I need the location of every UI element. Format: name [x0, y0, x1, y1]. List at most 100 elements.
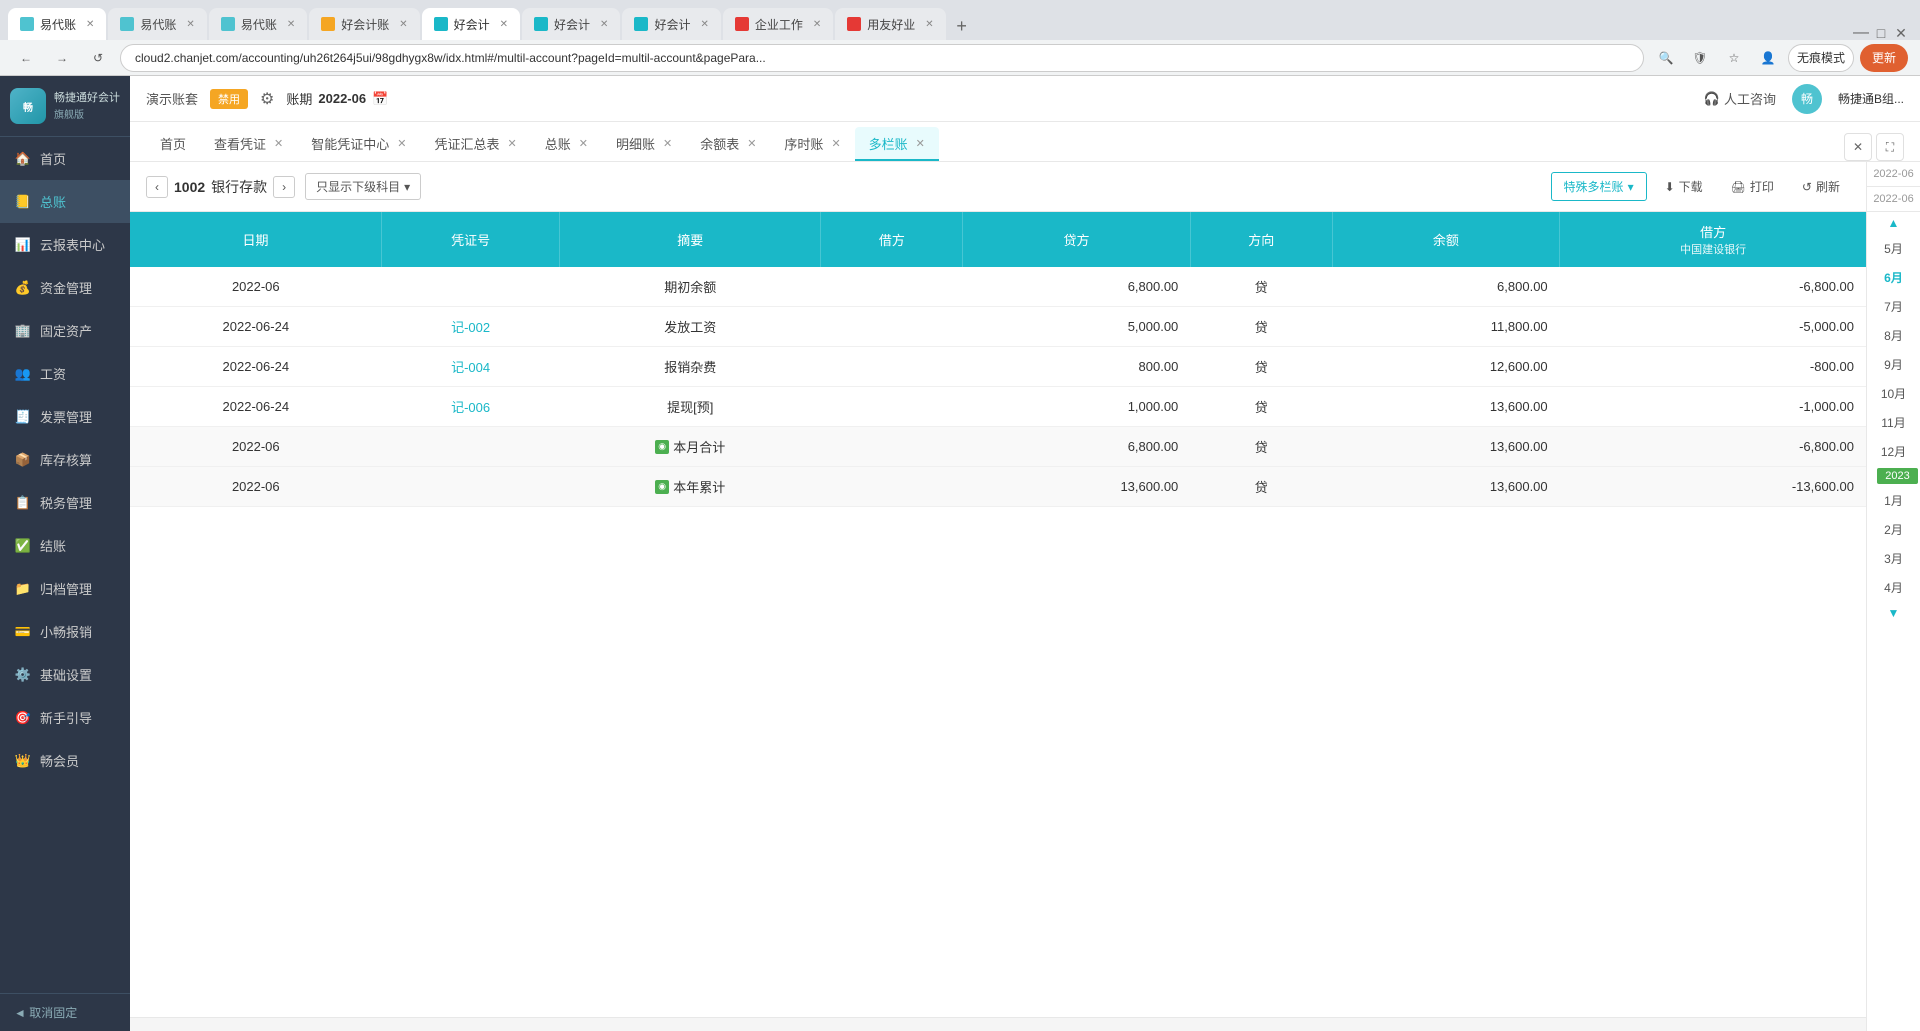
- profile-icon[interactable]: 👤: [1754, 44, 1782, 72]
- browser-tab-3[interactable]: 易代账 ✕: [209, 8, 307, 40]
- voucher-link[interactable]: 记-004: [382, 347, 560, 387]
- sidebar-item-close[interactable]: ✅ 结账: [0, 524, 130, 567]
- sidebar-item-guide[interactable]: 🎯 新手引导: [0, 696, 130, 739]
- date-panel-item[interactable]: 8月: [1873, 321, 1913, 350]
- date-panel-item[interactable]: 12月: [1873, 437, 1913, 466]
- close-button[interactable]: ✕: [1894, 26, 1908, 40]
- sub-debit-cell: [1560, 427, 1627, 467]
- date-panel-header-2: 2022-06: [1867, 187, 1920, 212]
- tab-view-voucher-close[interactable]: ✕: [274, 137, 283, 150]
- debit-cell: [821, 467, 963, 507]
- voucher-link[interactable]: 记-002: [382, 307, 560, 347]
- sub-account-filter[interactable]: 只显示下级科目 ▾: [305, 173, 421, 200]
- sidebar-item-settings[interactable]: ⚙️ 基础设置: [0, 653, 130, 696]
- settings-gear-icon[interactable]: ⚙: [260, 89, 274, 109]
- date-panel-item[interactable]: 10月: [1873, 379, 1913, 408]
- tab-detail-ledger[interactable]: 明细账 ✕: [602, 127, 686, 161]
- browser-tab-7[interactable]: 好会计 ✕: [622, 8, 720, 40]
- date-panel-item[interactable]: 4月: [1873, 573, 1913, 602]
- new-tab-button[interactable]: +: [948, 12, 976, 40]
- print-button[interactable]: 🖨 打印: [1721, 173, 1784, 200]
- sidebar-item-salary[interactable]: 👥 工资: [0, 352, 130, 395]
- back-button[interactable]: ←: [12, 44, 40, 72]
- date-panel-item[interactable]: 1月: [1873, 486, 1913, 515]
- voucher-link[interactable]: 记-006: [382, 387, 560, 427]
- sidebar-item-invoice[interactable]: 🧾 发票管理: [0, 395, 130, 438]
- date-scroll-down-button[interactable]: ▼: [1867, 602, 1920, 624]
- maximize-button[interactable]: □: [1874, 26, 1888, 40]
- multi-col-button[interactable]: 特殊多栏账 ▾: [1551, 172, 1647, 201]
- tab-voucher-summary[interactable]: 凭证汇总表 ✕: [420, 127, 530, 161]
- content-area: ‹ 1002 银行存款 › 只显示下级科目 ▾ 特殊多栏账 ▾: [130, 162, 1920, 1031]
- tab-smart-voucher-close[interactable]: ✕: [397, 137, 406, 150]
- tab-general-ledger[interactable]: 总账 ✕: [531, 127, 602, 161]
- download-button[interactable]: ⬇ 下载: [1655, 173, 1713, 200]
- credit-cell: 6,800.00: [963, 427, 1191, 467]
- logo-icon: 畅: [10, 88, 46, 124]
- tab-home[interactable]: 首页: [146, 127, 200, 161]
- tab-balance-sheet-close[interactable]: ✕: [747, 137, 756, 150]
- date-panel-item[interactable]: 11月: [1873, 408, 1913, 437]
- browser-tab-6[interactable]: 好会计 ✕: [522, 8, 620, 40]
- tab-chronological[interactable]: 序时账 ✕: [770, 127, 854, 161]
- prev-account-button[interactable]: ‹: [146, 176, 168, 198]
- tab-close-all-button[interactable]: ✕: [1844, 133, 1872, 161]
- date-panel-item[interactable]: 5月: [1873, 234, 1913, 263]
- forward-button[interactable]: →: [48, 44, 76, 72]
- date-scroll-up-button[interactable]: ▲: [1867, 212, 1920, 234]
- sidebar-item-ledger[interactable]: 📒 总账: [0, 180, 130, 223]
- tab-detail-ledger-close[interactable]: ✕: [663, 137, 672, 150]
- sidebar-item-home[interactable]: 🏠 首页: [0, 137, 130, 180]
- refresh-button[interactable]: ↺ 刷新: [1792, 173, 1850, 200]
- tab-maximize-button[interactable]: ⛶: [1876, 133, 1904, 161]
- tab-close-1[interactable]: ✕: [86, 19, 94, 30]
- next-account-button[interactable]: ›: [273, 176, 295, 198]
- minimize-button[interactable]: —: [1854, 26, 1868, 40]
- calendar-icon[interactable]: 📅: [372, 91, 388, 107]
- summary-cell: 期初余额: [560, 267, 821, 307]
- browser-tab-8[interactable]: 企业工作 ✕: [723, 8, 833, 40]
- tab-view-voucher[interactable]: 查看凭证 ✕: [200, 127, 297, 161]
- browser-tab-5[interactable]: 好会计 ✕: [422, 8, 520, 40]
- update-button[interactable]: 更新: [1860, 44, 1908, 72]
- period-label: 账期: [286, 89, 312, 108]
- browser-tab-4[interactable]: 好会计账 ✕: [309, 8, 419, 40]
- date-panel-item[interactable]: 3月: [1873, 544, 1913, 573]
- sidebar-item-report[interactable]: 📊 云报表中心: [0, 223, 130, 266]
- shield-icon: 🛡: [1686, 44, 1714, 72]
- tab-chronological-close[interactable]: ✕: [831, 137, 840, 150]
- browser-tab-1[interactable]: 易代账 ✕: [8, 8, 106, 40]
- date-panel-item[interactable]: 2月: [1873, 515, 1913, 544]
- browser-tab-9[interactable]: 用友好业 ✕: [835, 8, 945, 40]
- sidebar-collapse-button[interactable]: ◄ 取消固定: [0, 993, 130, 1031]
- browser-tab-2[interactable]: 易代账 ✕: [108, 8, 206, 40]
- tab-general-ledger-close[interactable]: ✕: [579, 137, 588, 150]
- bottom-scrollbar[interactable]: [130, 1017, 1866, 1031]
- sidebar-item-tax[interactable]: 📋 税务管理: [0, 481, 130, 524]
- summary-text: 提现[预]: [667, 400, 713, 415]
- tab-balance-sheet[interactable]: 余额表 ✕: [686, 127, 770, 161]
- summary-text: 期初余额: [664, 280, 716, 295]
- search-icon[interactable]: 🔍: [1652, 44, 1680, 72]
- sidebar-item-expense[interactable]: 💳 小畅报销: [0, 610, 130, 653]
- tab-multi-column[interactable]: 多栏账 ✕: [855, 127, 939, 161]
- page-tab-bar: 首页 查看凭证 ✕ 智能凭证中心 ✕ 凭证汇总表 ✕ 总账 ✕ 明细账 ✕: [130, 122, 1920, 162]
- date-panel-item[interactable]: 9月: [1873, 350, 1913, 379]
- sidebar-item-fund[interactable]: 💰 资金管理: [0, 266, 130, 309]
- refresh-button[interactable]: ↺: [84, 44, 112, 72]
- sidebar-item-asset[interactable]: 🏢 固定资产: [0, 309, 130, 352]
- date-panel-item[interactable]: 7月: [1873, 292, 1913, 321]
- demo-badge[interactable]: 禁用: [210, 89, 248, 109]
- star-icon[interactable]: ☆: [1720, 44, 1748, 72]
- tab-smart-voucher[interactable]: 智能凭证中心 ✕: [297, 127, 420, 161]
- tab-multi-column-close[interactable]: ✕: [916, 137, 925, 150]
- date-panel-item[interactable]: 2023: [1877, 468, 1917, 484]
- tab-voucher-summary-close[interactable]: ✕: [508, 137, 517, 150]
- url-input[interactable]: cloud2.chanjet.com/accounting/uh26t264j5…: [120, 44, 1644, 72]
- stealth-mode-button[interactable]: 无痕模式: [1788, 44, 1854, 72]
- sidebar-item-archive[interactable]: 📁 归档管理: [0, 567, 130, 610]
- sidebar-item-inventory[interactable]: 📦 库存核算: [0, 438, 130, 481]
- sidebar-item-member[interactable]: 👑 畅会员: [0, 739, 130, 782]
- date-panel-item[interactable]: 6月: [1873, 263, 1913, 292]
- consultant-button[interactable]: 🎧 人工咨询: [1704, 89, 1776, 108]
